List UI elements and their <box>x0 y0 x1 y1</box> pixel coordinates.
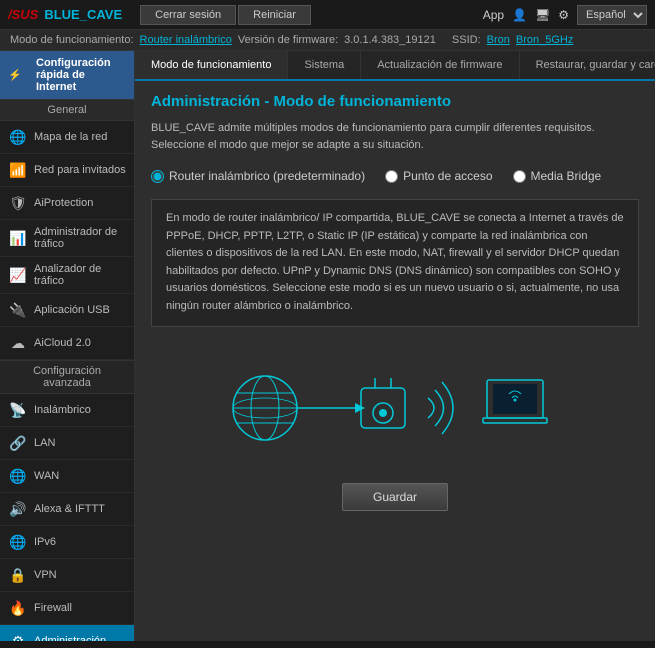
sidebar-item-usb-app[interactable]: 🔌 Aplicación USB <box>0 294 134 327</box>
sidebar-item-guest-network[interactable]: 📶 Red para invitados <box>0 154 134 187</box>
sidebar-item-label: Alexa & IFTTT <box>34 503 105 515</box>
page-content: Administración - Modo de funcionamiento … <box>135 81 655 641</box>
monitor-icon[interactable]: 🖥 <box>535 8 550 22</box>
aiprotection-icon: 🛡 <box>8 193 28 213</box>
content-area: Modo de funcionamiento Sistema Actualiza… <box>135 51 655 641</box>
alexa-icon: 🔊 <box>8 499 28 519</box>
quick-internet-icon: ⚡ <box>8 69 22 82</box>
traffic-analyzer-icon: 📈 <box>8 265 28 285</box>
traffic-manager-icon: 📊 <box>8 228 28 248</box>
sidebar-item-aicloud[interactable]: ☁ AiCloud 2.0 <box>0 327 134 360</box>
info-bar: Modo de funcionamiento: Router inalámbri… <box>0 30 655 51</box>
usb-icon: 🔌 <box>8 300 28 320</box>
radio-media-bridge[interactable] <box>513 170 526 183</box>
settings-icon[interactable]: ⚙ <box>558 8 569 22</box>
radio-option-router[interactable]: Router inalámbrico (predeterminado) <box>151 169 365 183</box>
logo-area: /SUS BLUE_CAVE <box>0 7 130 22</box>
radio-access-point[interactable] <box>385 170 398 183</box>
radio-router-label: Router inalámbrico (predeterminado) <box>169 169 365 183</box>
ssid-prefix: SSID: <box>452 34 481 46</box>
wireless-icon: 📡 <box>8 400 28 420</box>
sidebar-item-label: AiCloud 2.0 <box>34 337 91 349</box>
sidebar-item-label: VPN <box>34 569 57 581</box>
mode-prefix: Modo de funcionamiento: <box>10 34 134 46</box>
sidebar-item-label: Firewall <box>34 602 72 614</box>
sidebar-item-lan[interactable]: 🔗 LAN <box>0 427 134 460</box>
quick-internet-label: Configuración rápida de Internet <box>36 57 111 93</box>
ipv6-icon: 🌐 <box>8 532 28 552</box>
tab-restore-save[interactable]: Restaurar, guardar y cargar configuració… <box>520 51 655 79</box>
sidebar-item-label: Mapa de la red <box>34 131 107 143</box>
sidebar-item-label: AiProtection <box>34 197 93 209</box>
tab-system[interactable]: Sistema <box>288 51 361 79</box>
sidebar-item-label: Aplicación USB <box>34 304 110 316</box>
main-layout: ⚡ Configuración rápida de Internet Gener… <box>0 51 655 641</box>
save-button[interactable]: Guardar <box>342 483 448 511</box>
reboot-button[interactable]: Reiniciar <box>238 5 311 25</box>
sidebar-item-network-map[interactable]: 🌐 Mapa de la red <box>0 121 134 154</box>
network-map-icon: 🌐 <box>8 127 28 147</box>
router-name: BLUE_CAVE <box>44 7 122 22</box>
header-buttons: Cerrar sesión Reiniciar <box>140 5 311 25</box>
sidebar-general-section: General <box>0 99 134 121</box>
aicloud-icon: ☁ <box>8 333 28 353</box>
user-icon[interactable]: 👤 <box>512 8 527 22</box>
firmware-prefix: Versión de firmware: <box>238 34 338 46</box>
save-area: Guardar <box>151 483 639 511</box>
sidebar-advanced-section: Configuración avanzada <box>0 360 134 394</box>
radio-router[interactable] <box>151 170 164 183</box>
guest-network-icon: 📶 <box>8 160 28 180</box>
sidebar-item-vpn[interactable]: 🔒 VPN <box>0 559 134 592</box>
sidebar-item-wan[interactable]: 🌐 WAN <box>0 460 134 493</box>
vpn-icon: 🔒 <box>8 565 28 585</box>
mode-link[interactable]: Router inalámbrico <box>140 34 232 46</box>
sidebar-item-firewall[interactable]: 🔥 Firewall <box>0 592 134 625</box>
radio-ap-label: Punto de acceso <box>403 169 492 183</box>
sidebar-item-label: LAN <box>34 437 55 449</box>
app-label: App <box>483 8 504 22</box>
tab-firmware-update[interactable]: Actualización de firmware <box>361 51 519 79</box>
mode-radio-group: Router inalámbrico (predeterminado) Punt… <box>151 169 639 183</box>
sidebar-item-traffic-analyzer[interactable]: 📈 Analizador de tráfico <box>0 257 134 294</box>
sidebar-item-label: Red para invitados <box>34 164 126 176</box>
radio-option-media-bridge[interactable]: Media Bridge <box>513 169 602 183</box>
sidebar-item-quick-internet[interactable]: ⚡ Configuración rápida de Internet <box>0 51 134 99</box>
wan-icon: 🌐 <box>8 466 28 486</box>
sidebar-item-label: WAN <box>34 470 59 482</box>
mode-description-box: En modo de router inalámbrico/ IP compar… <box>151 199 639 327</box>
tab-operation-mode[interactable]: Modo de funcionamiento <box>135 51 288 79</box>
sidebar: ⚡ Configuración rápida de Internet Gener… <box>0 51 135 641</box>
asus-logo: /SUS <box>8 7 38 22</box>
sidebar-item-label: Analizador de tráfico <box>34 263 128 287</box>
firewall-icon: 🔥 <box>8 598 28 618</box>
firmware-version: 3.0.1.4.383_19121 <box>344 34 436 46</box>
sidebar-item-wireless[interactable]: 📡 Inalámbrico <box>0 394 134 427</box>
sidebar-item-administration[interactable]: ⚙ Administración <box>0 625 134 641</box>
ssid-5g-link[interactable]: Bron_5GHz <box>516 34 573 46</box>
network-diagram-svg <box>215 353 575 463</box>
administration-icon: ⚙ <box>8 631 28 641</box>
lan-icon: 🔗 <box>8 433 28 453</box>
sidebar-item-label: Inalámbrico <box>34 404 91 416</box>
sidebar-item-aiprotection[interactable]: 🛡 AiProtection <box>0 187 134 220</box>
sidebar-item-label: Administrador de tráfico <box>34 226 128 250</box>
header-right: App 👤 🖥 ⚙ Español <box>483 5 655 25</box>
radio-mb-label: Media Bridge <box>531 169 602 183</box>
language-select[interactable]: Español <box>577 5 647 25</box>
page-title: Administración - Modo de funcionamiento <box>151 93 639 110</box>
sidebar-item-alexa[interactable]: 🔊 Alexa & IFTTT <box>0 493 134 526</box>
sidebar-item-label: Administración <box>34 635 106 641</box>
radio-option-access-point[interactable]: Punto de acceso <box>385 169 492 183</box>
network-diagram <box>151 343 639 483</box>
page-description: BLUE_CAVE admite múltiples modos de func… <box>151 120 639 153</box>
tabs-bar: Modo de funcionamiento Sistema Actualiza… <box>135 51 655 81</box>
header: /SUS BLUE_CAVE Cerrar sesión Reiniciar A… <box>0 0 655 30</box>
close-session-button[interactable]: Cerrar sesión <box>140 5 236 25</box>
sidebar-item-traffic-manager[interactable]: 📊 Administrador de tráfico <box>0 220 134 257</box>
sidebar-item-label: IPv6 <box>34 536 56 548</box>
ssid-2g-link[interactable]: Bron <box>487 34 510 46</box>
mode-description-text: En modo de router inalámbrico/ IP compar… <box>166 212 624 312</box>
sidebar-item-ipv6[interactable]: 🌐 IPv6 <box>0 526 134 559</box>
